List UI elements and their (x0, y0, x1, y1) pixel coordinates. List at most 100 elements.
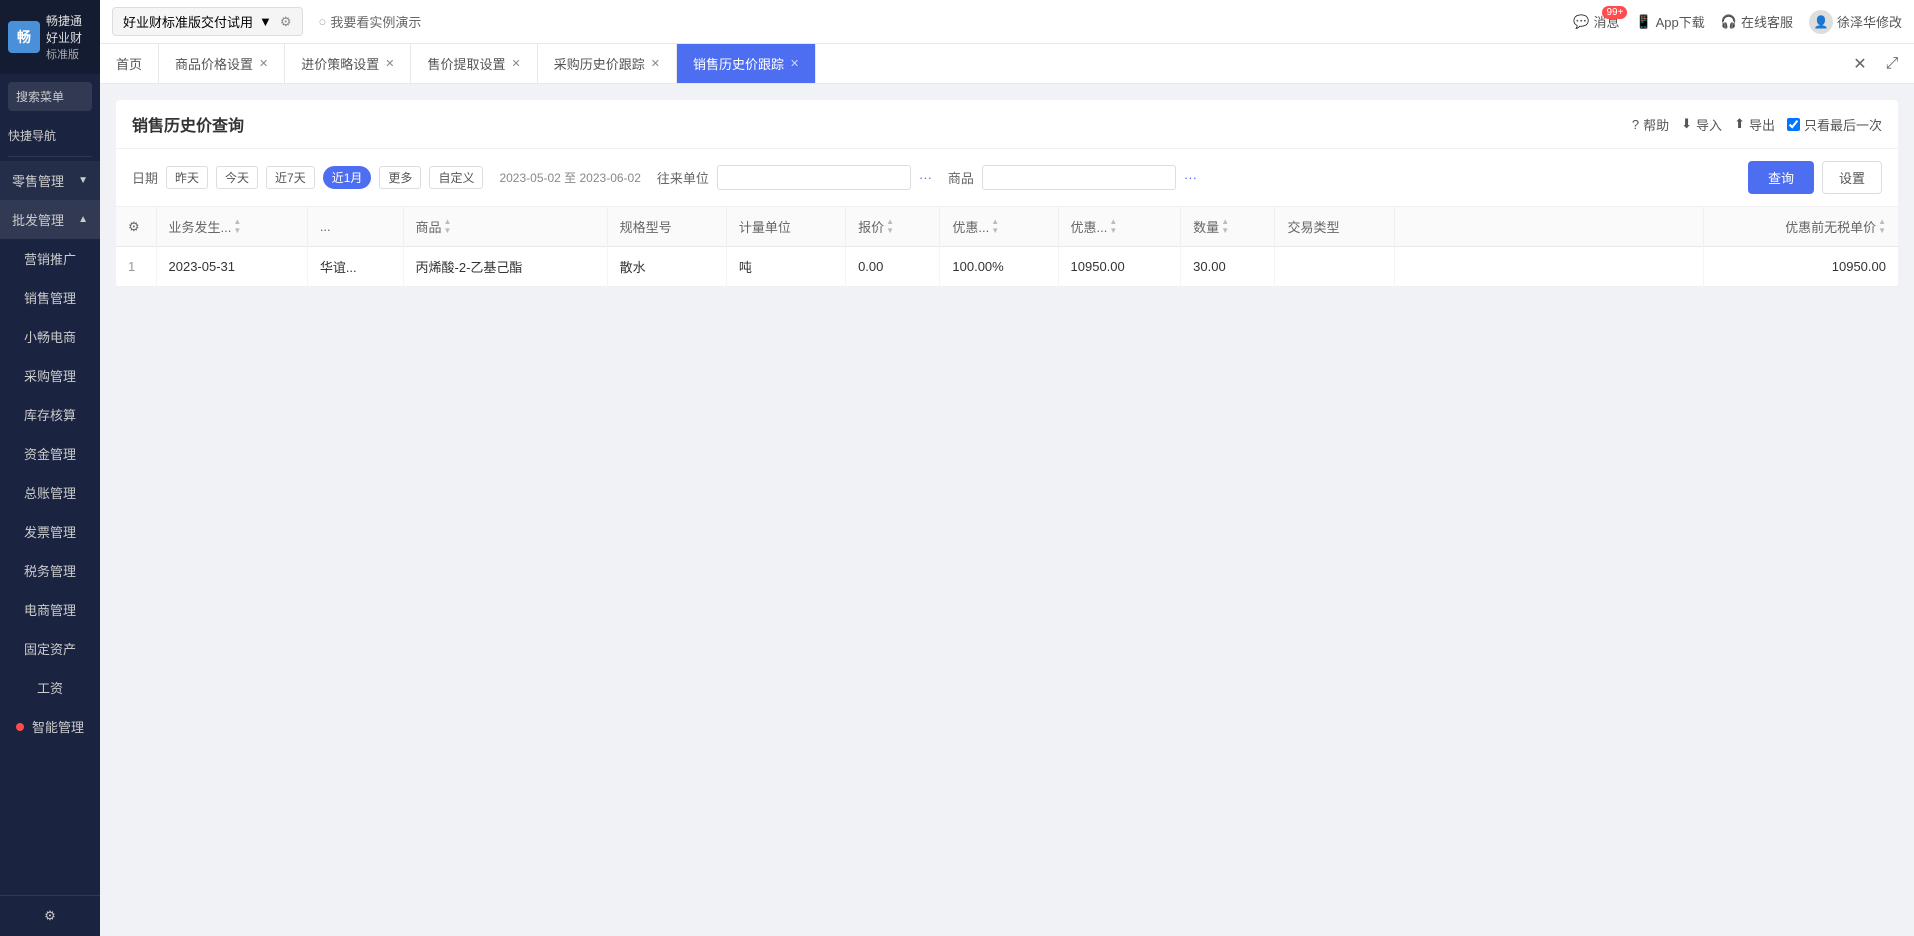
messages-button[interactable]: 💬 消息 99+ (1573, 12, 1619, 31)
col-qty[interactable]: 数量 ▲ ▼ (1181, 207, 1275, 247)
sidebar-item-payroll[interactable]: 工资 (0, 668, 100, 707)
sidebar-item-ecommerce-mini[interactable]: 小畅电商 (0, 317, 100, 356)
col-unit: 计量单位 (726, 207, 845, 247)
tab-purchase-strategy[interactable]: 进价策略设置 ✕ (285, 44, 411, 83)
user-menu-button[interactable]: 👤 徐泽华修改 (1809, 10, 1902, 34)
panel-maximize-button[interactable]: ⤢ (1878, 50, 1906, 78)
sidebar-item-smart[interactable]: 智能管理 (0, 707, 100, 746)
sidebar-item-finance[interactable]: 资金管理 (0, 434, 100, 473)
search-menu-area[interactable]: 搜索菜单 (0, 74, 100, 119)
only-last-checkbox-label[interactable]: 只看最后一次 (1787, 115, 1882, 134)
sort-icon-product: ▲ ▼ (444, 218, 452, 235)
product-input[interactable] (982, 165, 1176, 190)
import-button[interactable]: ⬇ 导入 (1681, 115, 1722, 134)
tab-sale-extract[interactable]: 售价提取设置 ✕ (411, 44, 537, 83)
tab-sales-history[interactable]: 销售历史价跟踪 ✕ (677, 44, 816, 83)
filter-actions: 查询 设置 (1748, 161, 1882, 194)
col-product[interactable]: 商品 ▲ ▼ (403, 207, 607, 247)
cell-discount2: 10950.00 (1058, 247, 1181, 287)
tab-close-sales-history[interactable]: ✕ (790, 57, 799, 70)
sidebar-item-sales[interactable]: 销售管理 (0, 278, 100, 317)
customer-service-button[interactable]: 🎧 在线客服 (1721, 12, 1793, 31)
tab-close-sale-extract[interactable]: ✕ (512, 57, 521, 70)
product-filter-group: 商品 ··· (948, 165, 1197, 190)
page-header-actions: ? 帮助 ⬇ 导入 ⬆ 导出 只看最后一次 (1632, 115, 1882, 134)
demo-button[interactable]: ○ 我要看实例演示 (311, 8, 430, 35)
version-selector[interactable]: 好业财标准版交付试用 ▼ ⚙ (112, 7, 303, 36)
sort-icon-qty: ▲ ▼ (1221, 218, 1229, 235)
date-range-display: 2023-05-02 至 2023-06-02 (499, 171, 640, 185)
tab-price-settings[interactable]: 商品价格设置 ✕ (159, 44, 285, 83)
sidebar-item-tax[interactable]: 税务管理 (0, 551, 100, 590)
version-label: 好业财标准版交付试用 (123, 12, 253, 31)
page-title: 销售历史价查询 (132, 112, 244, 136)
col-discount2[interactable]: 优惠... ▲ ▼ (1058, 207, 1181, 247)
col-more[interactable]: ... (307, 207, 403, 247)
search-menu-button[interactable]: 搜索菜单 (8, 82, 92, 111)
tabbar: 首页 商品价格设置 ✕ 进价策略设置 ✕ 售价提取设置 ✕ 采购历史价跟踪 ✕ … (100, 44, 1914, 84)
sidebar-item-marketing[interactable]: 营销推广 (0, 239, 100, 278)
tab-close-price-settings[interactable]: ✕ (259, 57, 268, 70)
date-last1month-btn[interactable]: 近1月 (323, 166, 372, 189)
cell-biz-date: 2023-05-31 (156, 247, 307, 287)
tab-close-purchase-strategy[interactable]: ✕ (385, 57, 394, 70)
col-price[interactable]: 报价 ▲ ▼ (846, 207, 940, 247)
table-header-row: ⚙ 业务发生... ▲ ▼ (116, 207, 1898, 247)
sort-icon-discount2: ▲ ▼ (1109, 218, 1117, 235)
sidebar-item-assets[interactable]: 固定资产 (0, 629, 100, 668)
col-pretax-price[interactable]: 优惠前无税单价 ▲ ▼ (1704, 207, 1898, 247)
sidebar-item-retail[interactable]: 零售管理 ▼ (0, 161, 100, 200)
sidebar-settings-button[interactable]: ⚙ (0, 896, 100, 936)
sidebar-divider-1 (8, 156, 92, 157)
date-yesterday-btn[interactable]: 昨天 (166, 166, 208, 189)
sidebar-item-inventory[interactable]: 库存核算 (0, 395, 100, 434)
settings-icon[interactable]: ⚙ (280, 14, 292, 30)
tab-purchase-history[interactable]: 采购历史价跟踪 ✕ (538, 44, 677, 83)
gear-icon[interactable]: ⚙ (128, 219, 140, 234)
sort-icon-discount1: ▲ ▼ (991, 218, 999, 235)
source-more-btn[interactable]: ··· (919, 170, 932, 185)
sidebar-item-ledger[interactable]: 总账管理 (0, 473, 100, 512)
avatar: 👤 (1809, 10, 1833, 34)
only-last-checkbox[interactable] (1787, 118, 1800, 131)
topbar: 好业财标准版交付试用 ▼ ⚙ ○ 我要看实例演示 💬 消息 99+ 📱 App下… (100, 0, 1914, 44)
tab-close-purchase-history[interactable]: ✕ (651, 57, 660, 70)
sidebar-item-ecommerce[interactable]: 电商管理 (0, 590, 100, 629)
panel-close-button[interactable]: ✕ (1846, 50, 1874, 78)
cell-spec: 散水 (607, 247, 726, 287)
topbar-right: 💬 消息 99+ 📱 App下载 🎧 在线客服 👤 徐泽华修改 (1573, 10, 1902, 34)
col-biz-date[interactable]: 业务发生... ▲ ▼ (156, 207, 307, 247)
message-icon: 💬 (1573, 14, 1589, 30)
app-download-button[interactable]: 📱 App下载 (1635, 12, 1704, 31)
sidebar-item-wholesale[interactable]: 批发管理 ▲ (0, 200, 100, 239)
sidebar-item-purchase[interactable]: 采购管理 (0, 356, 100, 395)
help-button[interactable]: ? 帮助 (1632, 115, 1669, 134)
sort-icon-pretax: ▲ ▼ (1878, 218, 1886, 235)
date-more-btn[interactable]: 更多 (379, 166, 421, 189)
sidebar-item-invoice[interactable]: 发票管理 (0, 512, 100, 551)
tab-home[interactable]: 首页 (100, 44, 159, 83)
source-filter-group: 往来单位 ··· (657, 165, 932, 190)
import-icon: ⬇ (1681, 116, 1692, 132)
quick-nav-button[interactable]: 快捷导航 (0, 119, 100, 152)
data-table: ⚙ 业务发生... ▲ ▼ (116, 207, 1898, 287)
cell-price: 0.00 (846, 247, 940, 287)
date-today-btn[interactable]: 今天 (216, 166, 258, 189)
date-last7-btn[interactable]: 近7天 (266, 166, 315, 189)
export-button[interactable]: ⬆ 导出 (1734, 115, 1775, 134)
settings-button[interactable]: 设置 (1822, 161, 1882, 194)
product-more-btn[interactable]: ··· (1184, 170, 1197, 185)
col-gear[interactable]: ⚙ (116, 207, 156, 247)
cell-spacer (1394, 247, 1704, 287)
cell-num: 1 (116, 247, 156, 287)
date-filter-group: 日期 昨天 今天 近7天 近1月 更多 自定义 (132, 166, 483, 189)
cell-qty: 30.00 (1181, 247, 1275, 287)
col-discount1[interactable]: 优惠... ▲ ▼ (940, 207, 1058, 247)
sidebar: 畅 畅捷通好业财 标准版 搜索菜单 快捷导航 零售管理 ▼ 批发管理 ▲ 营销推… (0, 0, 100, 936)
query-button[interactable]: 查询 (1748, 161, 1814, 194)
smart-dot (16, 723, 24, 731)
date-custom-btn[interactable]: 自定义 (429, 166, 483, 189)
logo-text: 畅捷通好业财 标准版 (46, 12, 92, 62)
help-icon: ? (1632, 117, 1639, 132)
source-input[interactable] (717, 165, 911, 190)
